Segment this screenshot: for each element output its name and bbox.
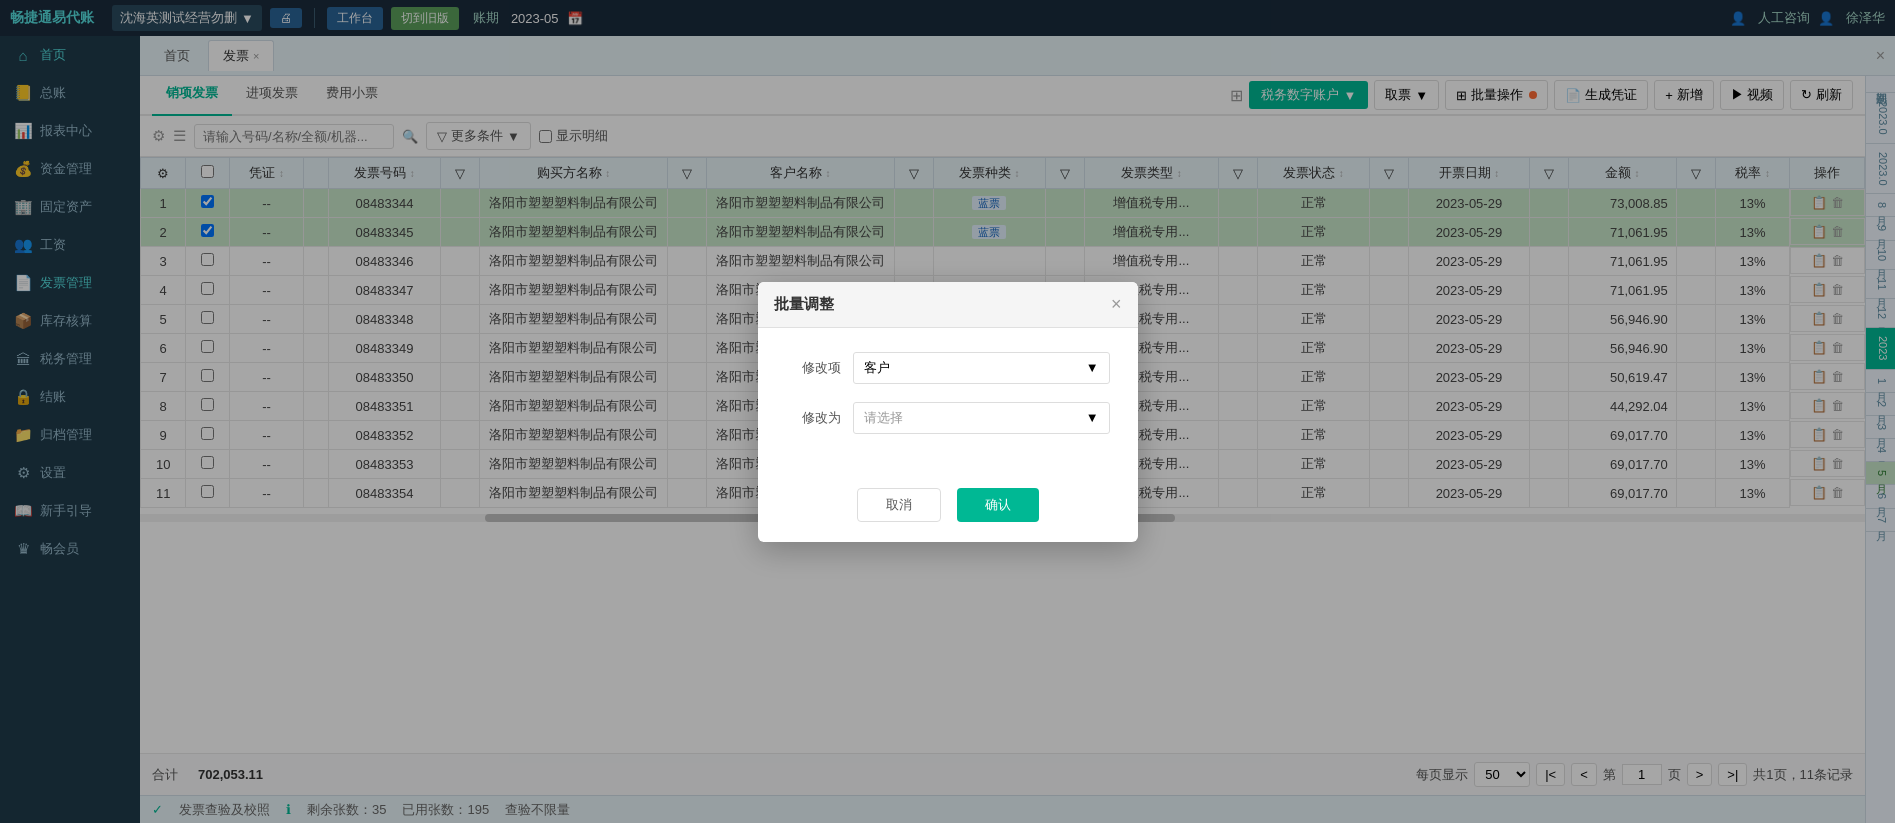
modal-overlay[interactable]: 批量调整 × 修改项 客户 ▼ 修改为 请选择 ▼ 取消 确认 <box>0 0 1895 823</box>
chevron-down-icon: ▼ <box>1086 360 1099 375</box>
modal-footer: 取消 确认 <box>758 476 1138 542</box>
modal-confirm-btn[interactable]: 确认 <box>957 488 1039 522</box>
modal-header: 批量调整 × <box>758 282 1138 328</box>
modal-field-row: 修改项 客户 ▼ <box>786 352 1110 384</box>
modal-value-row: 修改为 请选择 ▼ <box>786 402 1110 434</box>
modal-value-label: 修改为 <box>786 409 841 427</box>
modal-field-select[interactable]: 客户 ▼ <box>853 352 1110 384</box>
chevron-down-icon: ▼ <box>1086 410 1099 425</box>
modal-cancel-btn[interactable]: 取消 <box>857 488 941 522</box>
modal-body: 修改项 客户 ▼ 修改为 请选择 ▼ <box>758 328 1138 476</box>
modal-value-placeholder: 请选择 <box>864 409 903 427</box>
modal-field-value: 客户 <box>864 359 890 377</box>
modal-title: 批量调整 <box>774 295 834 314</box>
batch-adjust-modal: 批量调整 × 修改项 客户 ▼ 修改为 请选择 ▼ 取消 确认 <box>758 282 1138 542</box>
modal-close-btn[interactable]: × <box>1111 294 1122 315</box>
modal-value-select[interactable]: 请选择 ▼ <box>853 402 1110 434</box>
modal-field-label: 修改项 <box>786 359 841 377</box>
